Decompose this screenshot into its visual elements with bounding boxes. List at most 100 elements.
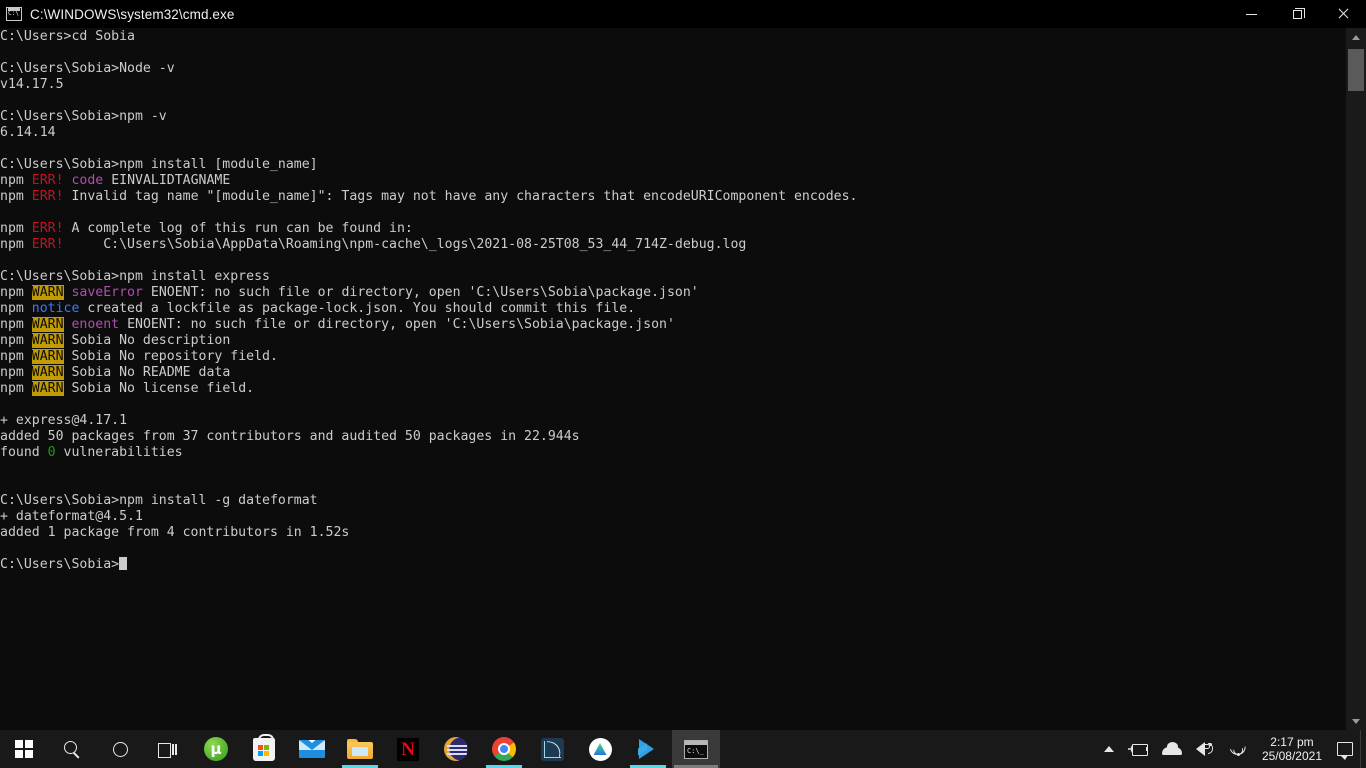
console-text: npm — [0, 189, 32, 204]
taskbar-item-explorer[interactable] — [336, 730, 384, 768]
console-text: C:\Users\Sobia>npm install [module_name] — [0, 157, 318, 172]
console-text: ERR! — [31, 221, 64, 236]
console-text: ERR! — [31, 189, 64, 204]
console-text: Sobia No license field. — [63, 381, 255, 396]
console-text: C:\Users\Sobia>Node -v — [0, 61, 175, 76]
console-text: ENOENT: no such file or directory, open … — [142, 285, 699, 300]
scroll-thumb[interactable] — [1348, 49, 1364, 91]
restore-button[interactable] — [1274, 0, 1320, 28]
console-line: + dateformat@4.5.1 — [0, 509, 1346, 525]
android-studio-icon — [588, 737, 612, 761]
action-center-button[interactable] — [1330, 730, 1360, 768]
console-lines: C:\Users>cd Sobia C:\Users\Sobia>Node -v… — [0, 28, 1346, 573]
console-text: A complete log of this run can be found … — [63, 221, 413, 236]
console-text: WARN — [31, 333, 64, 348]
console-line: found 0 vulnerabilities — [0, 445, 1346, 461]
taskbar-item-android[interactable] — [576, 730, 624, 768]
search-button[interactable] — [48, 730, 96, 768]
console-text: vulnerabilities — [55, 445, 183, 460]
taskbar-item-cmd[interactable] — [672, 730, 720, 768]
console-text: found — [0, 445, 48, 460]
console-text: C:\Users>cd Sobia — [0, 29, 135, 44]
console-text: Sobia No description — [63, 333, 231, 348]
console-text: npm — [0, 237, 32, 252]
console-text: added 1 package from 4 contributors in 1… — [0, 525, 350, 540]
console-cursor — [119, 557, 128, 570]
console-text: ENOENT: no such file or directory, open … — [119, 317, 675, 332]
scroll-up-arrow[interactable] — [1346, 28, 1366, 46]
task-view-button[interactable] — [144, 730, 192, 768]
onedrive-icon[interactable] — [1155, 730, 1189, 768]
console-text: npm — [0, 173, 32, 188]
console-text: enoent — [71, 317, 120, 332]
eclipse-icon — [444, 737, 468, 761]
taskbar-item-netflix[interactable]: N — [384, 730, 432, 768]
windows-logo-icon — [15, 740, 33, 758]
task-view-icon — [158, 742, 178, 758]
console-text: code — [71, 173, 104, 188]
wifi-icon[interactable] — [1222, 730, 1254, 768]
console-text: C:\Users\Sobia>npm install express — [0, 269, 270, 284]
console-text: + dateformat@4.5.1 — [0, 509, 143, 524]
console-text: npm — [0, 221, 32, 236]
taskbar-item-graph[interactable] — [528, 730, 576, 768]
graph-curve-icon — [540, 737, 564, 761]
close-icon — [1337, 8, 1349, 20]
taskbar-item-mail[interactable] — [288, 730, 336, 768]
console-line: added 1 package from 4 contributors in 1… — [0, 525, 1346, 541]
minimize-button[interactable] — [1228, 0, 1274, 28]
console-text: saveError — [71, 285, 143, 300]
console-line: + express@4.17.1 — [0, 413, 1346, 429]
console-text: Invalid tag name "[module_name]": Tags m… — [63, 189, 858, 204]
file-explorer-icon — [347, 739, 373, 759]
console-text: C:\Users\Sobia>npm -v — [0, 109, 167, 124]
console-line: npm ERR! C:\Users\Sobia\AppData\Roaming\… — [0, 237, 1346, 253]
show-hidden-icons-button[interactable] — [1097, 730, 1121, 768]
console-line: v14.17.5 — [0, 77, 1346, 93]
console-output-area[interactable]: C:\Users>cd Sobia C:\Users\Sobia>Node -v… — [0, 28, 1346, 730]
console-line: npm WARN enoent ENOENT: no such file or … — [0, 317, 1346, 333]
console-line: npm ERR! code EINVALIDTAGNAME — [0, 173, 1346, 189]
start-button[interactable] — [0, 730, 48, 768]
console-text: EINVALIDTAGNAME — [103, 173, 231, 188]
show-desktop-button[interactable] — [1360, 730, 1366, 768]
chevron-up-icon — [1352, 34, 1360, 40]
console-line: C:\Users\Sobia>npm install express — [0, 269, 1346, 285]
console-text: Sobia No repository field. — [63, 349, 278, 364]
console-scrollbar[interactable] — [1346, 28, 1366, 730]
battery-icon[interactable] — [1121, 730, 1155, 768]
mail-icon — [299, 740, 325, 758]
taskbar-item-chrome[interactable] — [480, 730, 528, 768]
cortana-button[interactable] — [96, 730, 144, 768]
volume-icon[interactable] — [1189, 730, 1222, 768]
taskbar-item-vscode[interactable] — [624, 730, 672, 768]
console-line: npm notice created a lockfile as package… — [0, 301, 1346, 317]
clock[interactable]: 2:17 pm 25/08/2021 — [1254, 730, 1330, 768]
restore-icon — [1292, 7, 1305, 19]
console-text: WARN — [31, 317, 64, 332]
console-text: added 50 packages from 37 contributors a… — [0, 429, 580, 444]
taskbar-item-eclipse[interactable] — [432, 730, 480, 768]
taskbar-item-store[interactable] — [240, 730, 288, 768]
console-text: WARN — [31, 285, 64, 300]
console-line: npm ERR! A complete log of this run can … — [0, 221, 1346, 237]
close-button[interactable] — [1320, 0, 1366, 28]
console-line: npm WARN Sobia No description — [0, 333, 1346, 349]
cmd-icon — [6, 7, 22, 21]
cortana-circle-icon — [112, 741, 128, 757]
console-line: npm WARN Sobia No license field. — [0, 381, 1346, 397]
system-tray: 2:17 pm 25/08/2021 — [1097, 730, 1366, 768]
taskbar-item-utorrent[interactable]: µ — [192, 730, 240, 768]
console-text: npm — [0, 333, 32, 348]
console-line: npm WARN Sobia No repository field. — [0, 349, 1346, 365]
scroll-down-arrow[interactable] — [1346, 712, 1366, 730]
console-line: added 50 packages from 37 contributors a… — [0, 429, 1346, 445]
title-bar[interactable]: C:\WINDOWS\system32\cmd.exe — [0, 0, 1366, 28]
